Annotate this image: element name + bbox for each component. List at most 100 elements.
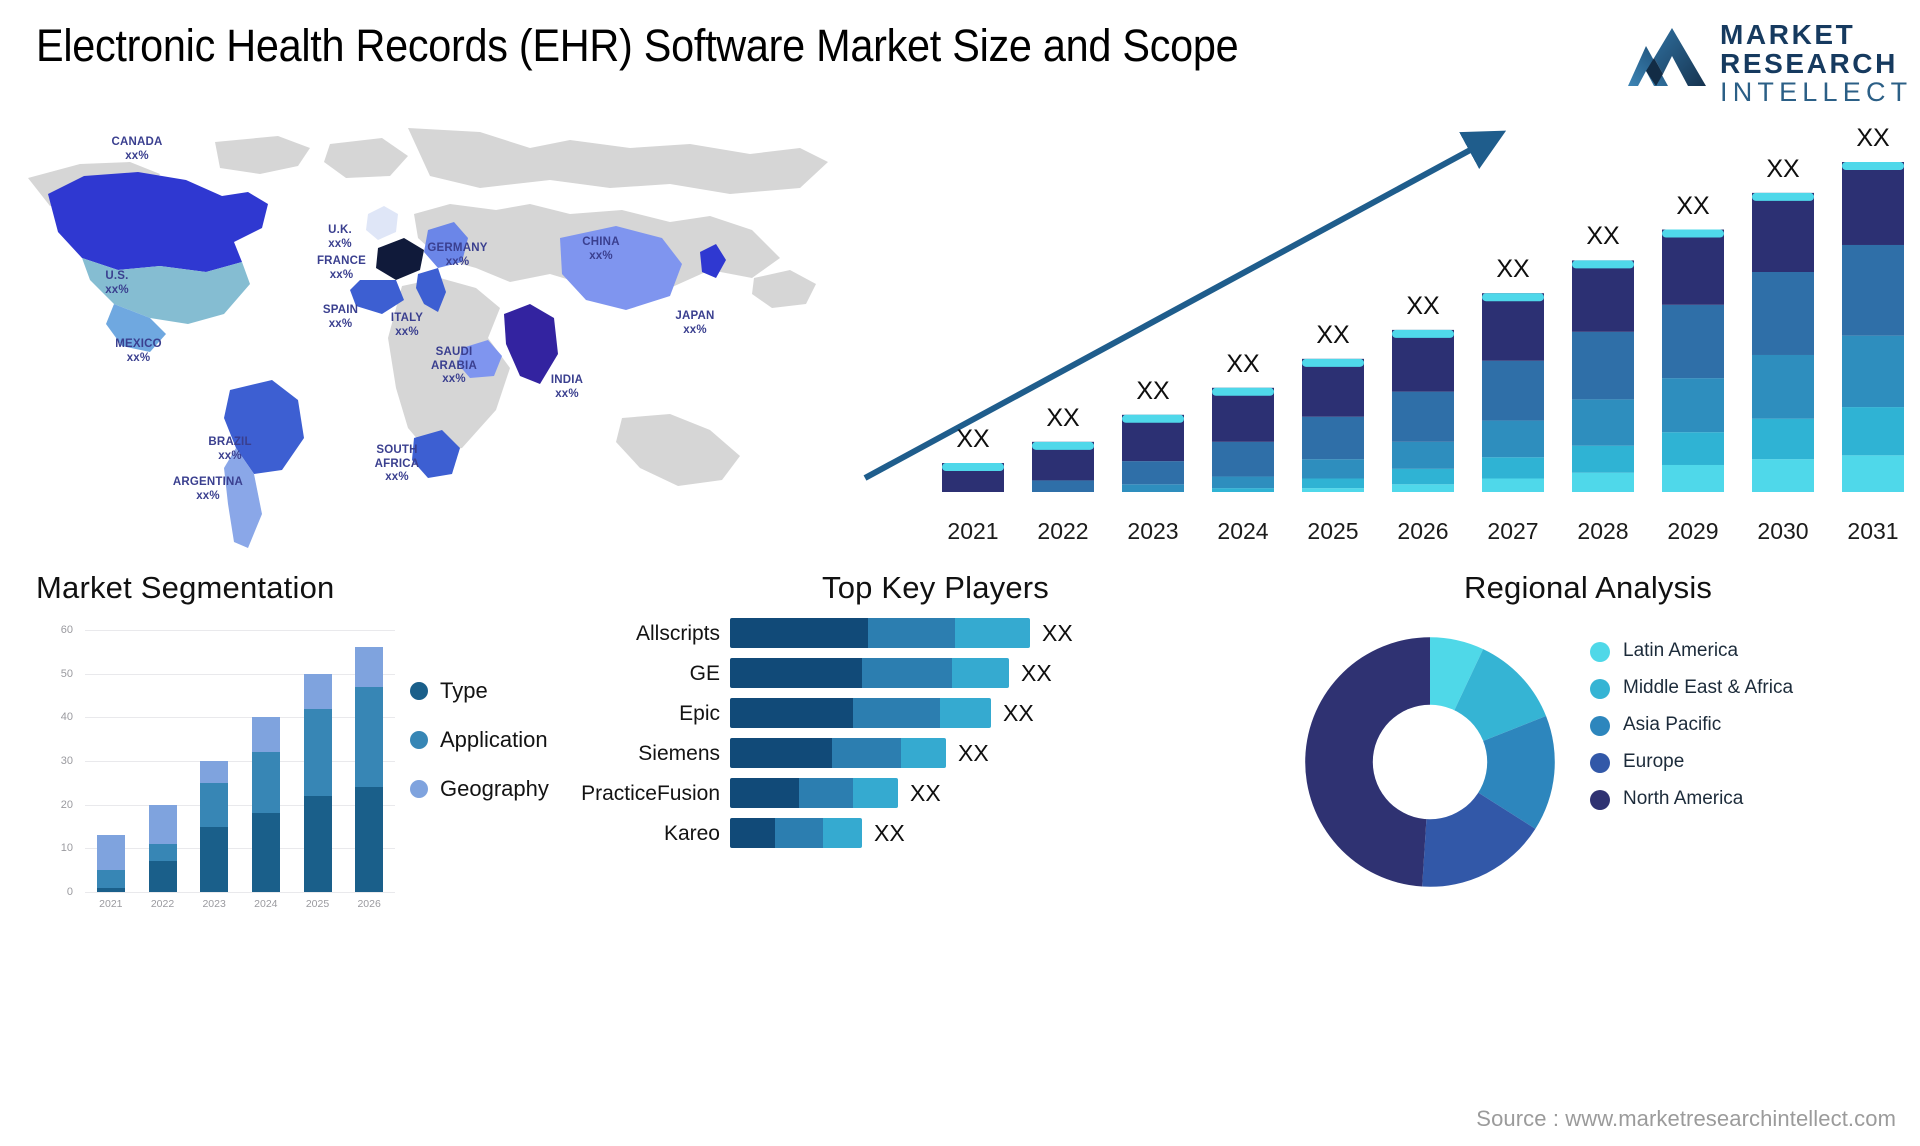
map-label-value: xx% — [683, 323, 707, 336]
map-label: SPAIN xx% — [303, 304, 378, 331]
player-bar-segment — [730, 778, 799, 808]
regional-analysis-chart: Latin America Middle East & Africa Asia Pa… — [1300, 618, 1910, 938]
regional-legend-item[interactable]: Europe — [1590, 751, 1890, 773]
growth-bar-cap — [942, 463, 1004, 472]
x-axis-tick: 2025 — [305, 898, 330, 910]
player-name: GE — [689, 662, 720, 685]
y-axis-tick: 50 — [60, 667, 73, 680]
player-bar-segment — [952, 658, 1009, 688]
gridline — [85, 630, 395, 631]
map-label-name: U.S. — [105, 270, 129, 282]
segmentation-bar-segment — [96, 870, 125, 888]
legend-label: Middle East & Africa — [1623, 677, 1794, 698]
segmentation-bar-segment — [200, 826, 229, 892]
regional-title: Regional Analysis — [1464, 570, 1713, 605]
growth-bar-cap — [1032, 441, 1094, 450]
growth-bar-segment — [1752, 192, 1814, 272]
map-label-name: SAUDI ARABIA — [431, 346, 477, 372]
segmentation-bar-segment — [251, 813, 280, 892]
growth-bar-segment — [1482, 360, 1544, 421]
regional-legend-item[interactable]: North America — [1590, 788, 1890, 810]
player-bar — [730, 658, 1009, 688]
growth-value-label: XX — [1136, 376, 1170, 405]
growth-bar-segment — [1572, 445, 1634, 473]
growth-bar-segment — [1752, 418, 1814, 460]
growth-bar-segment — [1842, 407, 1904, 456]
growth-bar-segment — [1662, 432, 1724, 465]
page-title: Electronic Health Records (EHR) Software… — [36, 20, 1239, 71]
growth-bar-segment — [1842, 335, 1904, 408]
segmentation-bar — [251, 717, 280, 892]
growth-value-label: XX — [1586, 222, 1620, 251]
segmentation-bar-segment — [148, 861, 177, 892]
regional-legend-item[interactable]: Latin America — [1590, 640, 1890, 662]
map-label: BRAZIL xx% — [190, 436, 270, 463]
map-label: FRANCE xx% — [299, 255, 384, 282]
segmentation-bar — [303, 673, 332, 892]
growth-bar-segment — [1392, 329, 1454, 392]
map-label: SAUDI ARABIA xx% — [418, 346, 490, 387]
growth-bar-cap — [1392, 329, 1454, 338]
growth-year-label: 2024 — [1217, 518, 1269, 544]
legend-color-swatch — [1590, 790, 1610, 810]
map-label-value: xx% — [196, 489, 220, 502]
growth-bar-segment — [1122, 461, 1184, 485]
market-growth-chart: 2021 2022 2023 2024 2025 2026 2027 2028 2029 2030… — [845, 120, 1910, 545]
growth-bar-segment — [1572, 260, 1634, 332]
growth-bar-segment — [1302, 358, 1364, 417]
growth-value-label: XX — [1046, 403, 1080, 432]
growth-year-label: 2029 — [1667, 518, 1719, 544]
growth-value-label: XX — [956, 425, 990, 454]
player-bar-segment — [730, 658, 862, 688]
growth-year-label: 2026 — [1397, 518, 1449, 544]
growth-value-label: XX — [1496, 255, 1530, 284]
segmentation-title: Market Segmentation — [36, 570, 335, 605]
growth-bar-cap — [1122, 414, 1184, 423]
map-label: MEXICO xx% — [96, 338, 181, 365]
player-value-label: XX — [958, 740, 989, 766]
map-label: GERMANY xx% — [410, 242, 505, 269]
map-label-value: xx% — [328, 317, 353, 330]
growth-bar-segment — [1212, 488, 1274, 492]
map-label-value: xx% — [395, 325, 419, 338]
growth-bar-segment — [1392, 391, 1454, 442]
gridline — [85, 761, 395, 762]
map-label-name: U.K. — [328, 224, 352, 236]
map-label: CANADA xx% — [92, 136, 182, 163]
segmentation-bar-segment — [355, 686, 384, 788]
top-key-players-chart: Allscripts XX GE XX Epic XX Siemens XX PracticeF… — [581, 618, 1160, 928]
growth-bar-segment — [1122, 484, 1184, 492]
x-axis-tick: 2023 — [202, 898, 226, 910]
player-value-label: XX — [1042, 620, 1073, 646]
regional-legend-item[interactable]: Middle East & Africa — [1590, 677, 1890, 699]
growth-year-label: 2027 — [1487, 518, 1539, 544]
map-label-name: FRANCE — [316, 255, 367, 267]
growth-bar-segment — [1482, 293, 1544, 361]
regional-legend-item[interactable]: Asia Pacific — [1590, 714, 1890, 736]
segmentation-bar-segment — [303, 795, 332, 892]
growth-bar-segment — [1302, 478, 1364, 489]
player-bar-segment — [799, 778, 853, 808]
growth-value-label: XX — [1856, 124, 1890, 152]
segmentation-bar-segment — [251, 717, 280, 753]
map-label-value: xx% — [385, 471, 409, 484]
growth-bar-cap — [1302, 358, 1364, 367]
player-bar-segment — [853, 698, 940, 728]
player-name: Kareo — [663, 822, 720, 845]
player-name: Allscripts — [635, 622, 720, 645]
growth-bar-segment — [1572, 399, 1634, 446]
player-bar — [730, 618, 1030, 648]
infographic-page: Electronic Health Records (EHR) Software… — [0, 0, 1920, 1146]
growth-year-label: 2021 — [947, 518, 999, 544]
gridline — [85, 892, 395, 893]
map-label-value: xx% — [589, 249, 613, 262]
map-label-value: xx% — [105, 283, 129, 296]
segmentation-bar-segment — [200, 761, 229, 783]
x-axis-tick: 2021 — [99, 898, 123, 910]
gridline — [85, 804, 395, 806]
segmentation-bar — [200, 761, 229, 892]
growth-year-label: 2028 — [1577, 518, 1629, 544]
map-label-value: xx% — [445, 255, 470, 268]
map-label-name: ITALY — [390, 312, 424, 324]
growth-bar-segment — [1662, 229, 1724, 305]
